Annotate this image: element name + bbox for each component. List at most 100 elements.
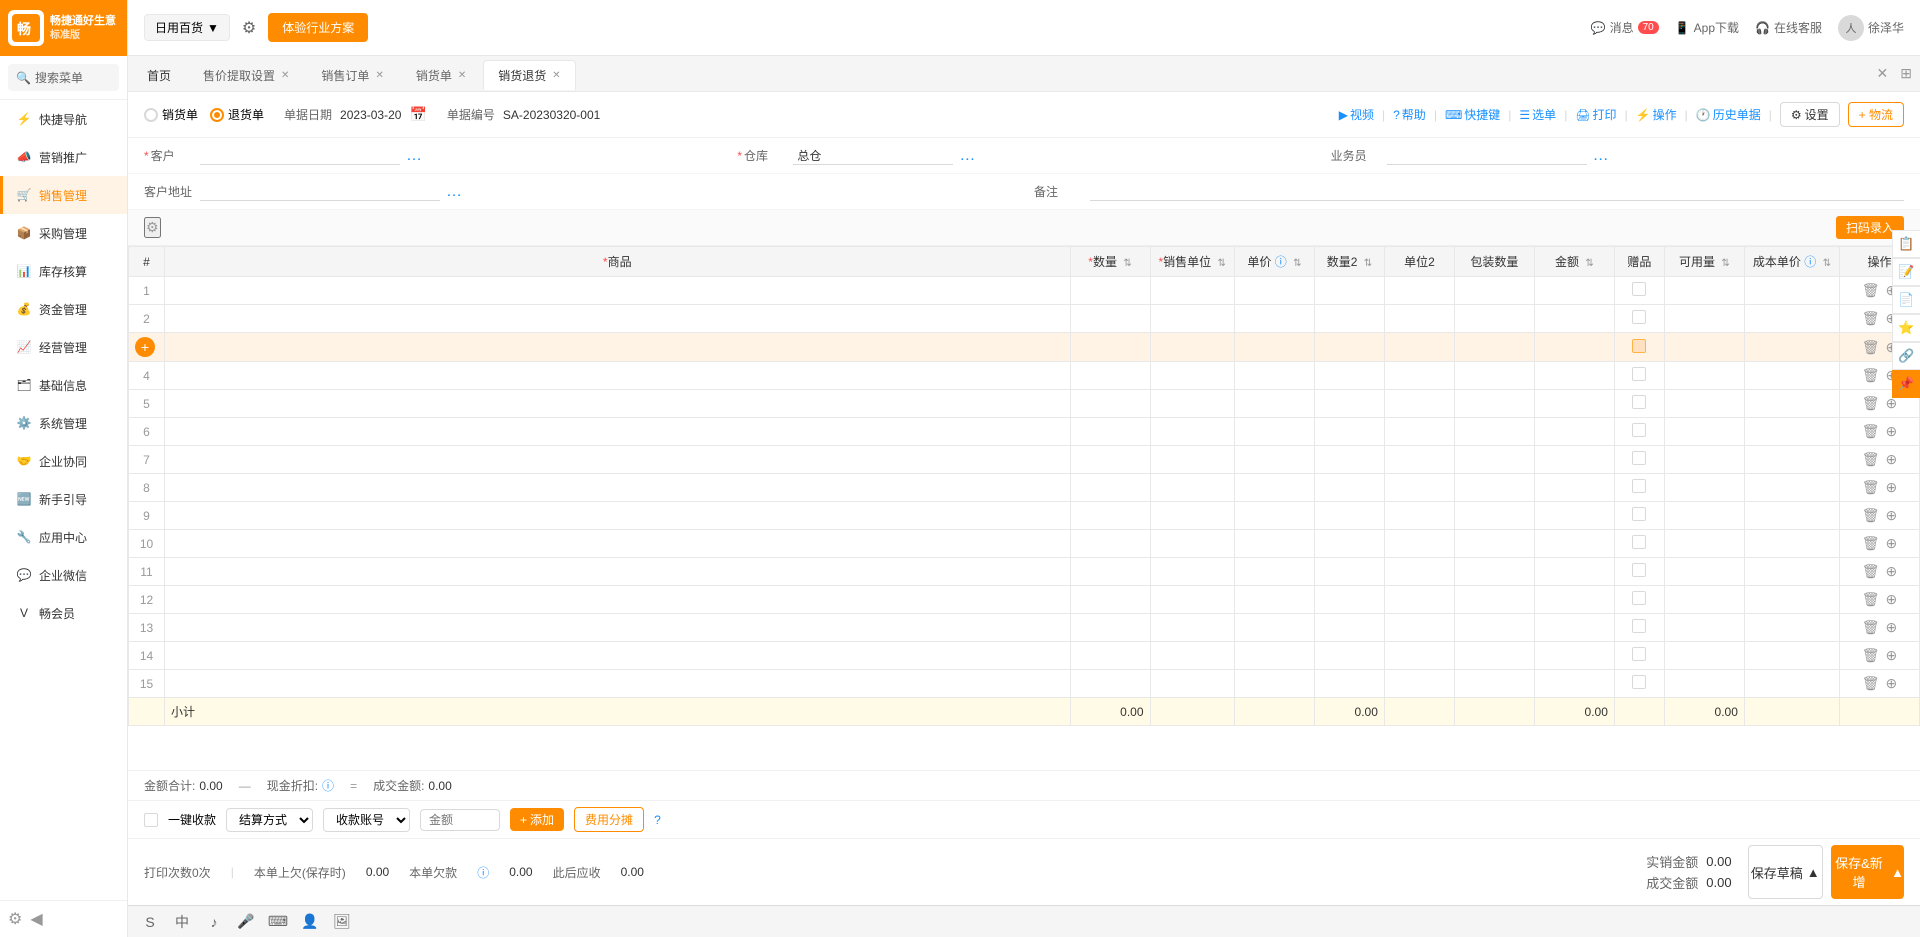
qty2-cell-2[interactable] <box>1314 305 1384 333</box>
delete-row-btn[interactable]: 🗑 <box>1861 674 1881 693</box>
delete-row-btn[interactable]: 🗑 <box>1861 394 1881 413</box>
message-btn[interactable]: 💬 消息 70 <box>1591 19 1659 36</box>
col-sort-price[interactable]: ⇅ <box>1293 258 1301 269</box>
save-new-btn[interactable]: 保存&新增 ▲ <box>1831 845 1904 899</box>
price-cell-3[interactable] <box>1234 333 1314 362</box>
one-click-checkbox[interactable] <box>144 813 158 827</box>
product-cell-3[interactable] <box>165 333 1071 362</box>
taskbar-icon-3[interactable]: ♪ <box>202 910 226 934</box>
rfloat-btn-4[interactable]: ⭐ <box>1892 314 1920 342</box>
price-info-icon[interactable]: ⓘ <box>1275 255 1287 269</box>
avail-cell-3[interactable] <box>1664 333 1744 362</box>
cost-cell-3[interactable] <box>1744 333 1839 362</box>
search-menu-btn[interactable]: 🔍 搜索菜单 <box>8 64 119 91</box>
taskbar-icon-5[interactable]: ⌨ <box>266 910 290 934</box>
copy-row-btn[interactable]: ⊕ <box>1885 646 1899 665</box>
topbar-gear-btn[interactable]: ⚙ <box>242 18 256 38</box>
unit-cell-2[interactable] <box>1150 305 1234 333</box>
gift-cell-2[interactable] <box>1614 305 1664 333</box>
cost-info-icon[interactable]: ⓘ <box>1804 255 1816 269</box>
sidebar-item-system[interactable]: ⚙️ 系统管理 <box>0 404 127 442</box>
debt-info-icon[interactable]: ⓘ <box>477 864 489 881</box>
unit2-cell-2[interactable] <box>1384 305 1454 333</box>
sidebar-item-enterprise-wechat[interactable]: 💬 企业微信 <box>0 556 127 594</box>
add-row-btn[interactable]: + <box>135 337 155 357</box>
account-select[interactable]: 收款账号 <box>323 808 410 832</box>
col-sort-qty[interactable]: ⇅ <box>1123 258 1131 269</box>
trial-btn[interactable]: 体验行业方案 <box>268 13 368 42</box>
sidebar-item-sales[interactable]: 🛒 销售管理 <box>0 176 127 214</box>
taskbar-icon-6[interactable]: 👤 <box>298 910 322 934</box>
price-cell-1[interactable] <box>1234 277 1314 305</box>
taskbar-icon-4[interactable]: 🎤 <box>234 910 258 934</box>
delete-row-btn[interactable]: 🗑 <box>1861 506 1881 525</box>
radio-sale[interactable]: 销货单 <box>144 106 198 123</box>
sidebar-item-enterprise[interactable]: 🤝 企业协同 <box>0 442 127 480</box>
sidebar-item-inventory[interactable]: 📊 库存核算 <box>0 252 127 290</box>
radio-return[interactable]: 退货单 <box>210 106 264 123</box>
copy-row-btn[interactable]: ⊕ <box>1885 450 1899 469</box>
qty-cell-3[interactable] <box>1070 333 1150 362</box>
tab-price-settings[interactable]: 售价提取设置 ✕ <box>188 60 304 90</box>
calendar-icon[interactable]: 📅 <box>409 106 426 123</box>
delete-row-2-btn[interactable]: 🗑 <box>1861 309 1881 328</box>
add-payment-btn[interactable]: + 添加 <box>510 808 564 831</box>
sidebar-item-quick-nav[interactable]: ⚡ 快捷导航 <box>0 100 127 138</box>
delete-row-btn[interactable]: 🗑 <box>1861 422 1881 441</box>
gift-cell-1[interactable] <box>1614 277 1664 305</box>
sidebar-item-purchase[interactable]: 📦 采购管理 <box>0 214 127 252</box>
delete-row-btn[interactable]: 🗑 <box>1861 366 1881 385</box>
gift-cell-3[interactable] <box>1614 333 1664 362</box>
address-input[interactable] <box>200 182 440 201</box>
cash-discount-info-icon[interactable]: ⓘ <box>322 777 334 794</box>
delete-row-btn[interactable]: 🗑 <box>1861 562 1881 581</box>
tab-close-sales-bill[interactable]: ✕ <box>458 70 466 81</box>
cost-cell-2[interactable] <box>1744 305 1839 333</box>
customer-input[interactable] <box>200 146 400 165</box>
col-sort-qty2[interactable]: ⇅ <box>1364 258 1372 269</box>
unit2-cell-1[interactable] <box>1384 277 1454 305</box>
sidebar-item-membership[interactable]: V 畅会员 <box>0 594 127 632</box>
delete-row-btn[interactable]: 🗑 <box>1861 590 1881 609</box>
settings-btn[interactable]: ⚙ 设置 <box>1780 102 1840 127</box>
rfloat-btn-6[interactable]: 📌 <box>1892 370 1920 398</box>
tab-sales-order[interactable]: 销售订单 ✕ <box>306 60 398 90</box>
delete-row-btn[interactable]: 🗑 <box>1861 534 1881 553</box>
help-link[interactable]: ? 帮助 <box>1393 106 1426 123</box>
col-sort-avail[interactable]: ⇅ <box>1721 258 1729 269</box>
pkg-cell-2[interactable] <box>1454 305 1534 333</box>
amount-cell-2[interactable] <box>1534 305 1614 333</box>
shortcut-link[interactable]: ⌨ 快捷键 <box>1445 106 1500 123</box>
tab-close-all-btn[interactable]: ✕ <box>1873 63 1893 84</box>
tab-close-price-settings[interactable]: ✕ <box>281 70 289 81</box>
tab-layout-btn[interactable]: ⊞ <box>1896 63 1916 84</box>
avail-cell-2[interactable] <box>1664 305 1744 333</box>
tab-close-sales-order[interactable]: ✕ <box>375 70 383 81</box>
pkg-cell-3[interactable] <box>1454 333 1534 362</box>
user-menu-btn[interactable]: 人 徐泽华 <box>1838 15 1904 41</box>
amount-input[interactable] <box>420 809 500 831</box>
delete-row-3-btn[interactable]: 🗑 <box>1861 338 1881 357</box>
customer-dots-btn[interactable]: … <box>406 147 422 165</box>
qty2-cell-1[interactable] <box>1314 277 1384 305</box>
tab-sales-return[interactable]: 销货退货 ✕ <box>483 60 575 90</box>
col-sort-cost[interactable]: ⇅ <box>1823 258 1831 269</box>
rfloat-btn-2[interactable]: 📝 <box>1892 258 1920 286</box>
salesperson-dots-btn[interactable]: … <box>1593 147 1609 165</box>
col-sort-amount[interactable]: ⇅ <box>1585 258 1593 269</box>
category-select[interactable]: 日用百货 ▼ <box>144 14 230 41</box>
online-service-btn[interactable]: 🎧 在线客服 <box>1755 19 1822 36</box>
address-dots-btn[interactable]: … <box>446 183 462 201</box>
sidebar-item-finance[interactable]: 💰 资金管理 <box>0 290 127 328</box>
warehouse-input[interactable] <box>793 146 953 165</box>
delete-row-btn[interactable]: 🗑 <box>1861 646 1881 665</box>
tab-sales-bill[interactable]: 销货单 ✕ <box>401 60 481 90</box>
copy-row-btn[interactable]: ⊕ <box>1885 534 1899 553</box>
delete-row-btn[interactable]: 🗑 <box>1861 450 1881 469</box>
save-draft-btn[interactable]: 保存草稿 ▲ <box>1748 845 1823 899</box>
copy-row-btn[interactable]: ⊕ <box>1885 590 1899 609</box>
operate-link[interactable]: ⚡ 操作 <box>1636 106 1677 123</box>
payment-method-select[interactable]: 结算方式 <box>226 808 313 832</box>
taskbar-icon-2[interactable]: 中 <box>170 910 194 934</box>
rfloat-btn-3[interactable]: 📄 <box>1892 286 1920 314</box>
